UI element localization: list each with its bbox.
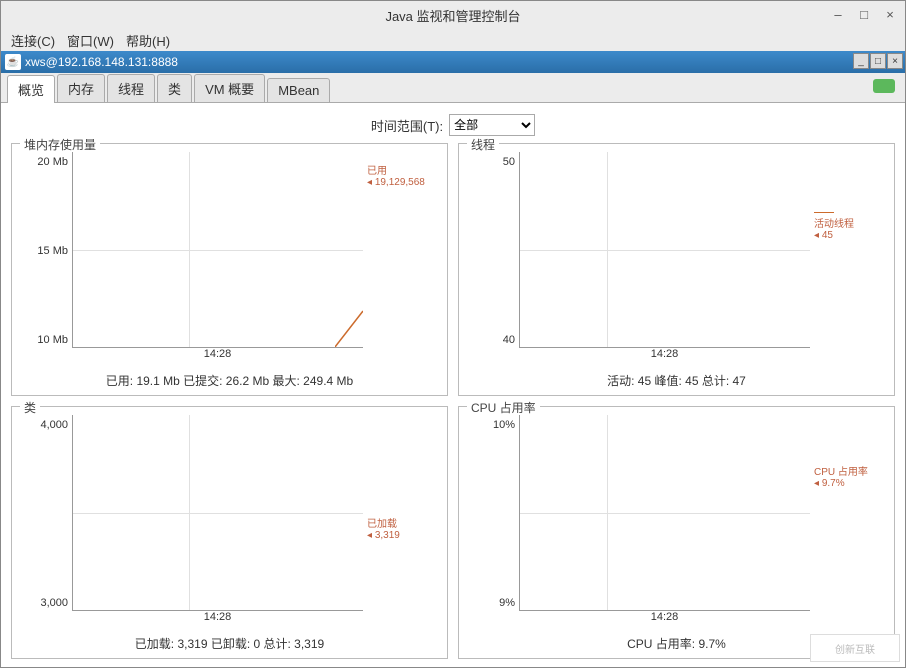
threads-canvas[interactable] [519,152,810,348]
app-window: Java 监视和管理控制台 – □ × 连接(C) 窗口(W) 帮助(H) ☕ … [0,0,906,668]
classes-xlabel: 14:28 [72,611,363,627]
tab-threads[interactable]: 线程 [107,74,155,102]
threads-legend-label: 活动线程 [814,215,884,230]
maximize-button[interactable]: □ [855,5,873,23]
panel-cpu: CPU 占用率 10% 9% 14:28 CPU 占用率 [458,406,895,659]
tab-memory[interactable]: 内存 [57,74,105,102]
threads-chart: 50 40 14:28 活动线程 ◂ 45 [467,148,886,368]
legend-marker-icon: ◂ [814,230,822,241]
heap-stats: 已用: 19.1 Mb 已提交: 26.2 Mb 最大: 249.4 Mb [20,368,439,389]
heap-legend: 已用 ◂ 19,129,568 [363,152,439,364]
threads-xlabel: 14:28 [519,348,810,364]
cpu-canvas[interactable] [519,415,810,611]
threads-legend-value: 45 [822,230,833,241]
classes-y-bot: 3,000 [40,597,68,609]
threads-y-top: 50 [503,156,515,168]
heap-line-icon [335,307,363,347]
tab-mbean[interactable]: MBean [267,78,330,102]
tab-overview[interactable]: 概览 [7,75,55,103]
heap-legend-label: 已用 [367,162,437,177]
threads-stats: 活动: 45 峰值: 45 总计: 47 [467,368,886,389]
classes-yaxis: 4,000 3,000 [20,415,72,627]
time-range-row: 时间范围(T): 全部 [11,111,895,139]
threads-legend: 活动线程 ◂ 45 [810,152,886,364]
classes-chart: 4,000 3,000 14:28 已加载 ◂ 3,319 [20,411,439,631]
time-range-label: 时间范围(T): [371,116,443,135]
cpu-y-top: 10% [493,419,515,431]
chart-grid: 堆内存使用量 20 Mb 15 Mb 10 Mb 14:28 [11,143,895,659]
legend-marker-icon: ◂ [367,530,375,541]
sub-minimize-button[interactable]: _ [853,53,869,69]
heap-y-top: 20 Mb [37,156,68,168]
sub-close-button[interactable]: × [887,53,903,69]
panel-heap: 堆内存使用量 20 Mb 15 Mb 10 Mb 14:28 [11,143,448,396]
classes-stats: 已加载: 3,319 已卸载: 0 总计: 3,319 [20,631,439,652]
tabbar: 概览 内存 线程 类 VM 概要 MBean [1,73,905,103]
menu-window[interactable]: 窗口(W) [61,29,120,52]
cpu-legend-value: 9.7% [822,478,845,489]
panel-classes: 类 4,000 3,000 14:28 已加载 [11,406,448,659]
classes-canvas[interactable] [72,415,363,611]
legend-marker-icon: ◂ [814,478,822,489]
classes-legend-label: 已加载 [367,515,437,530]
panel-threads: 线程 50 40 14:28 活动线程 [458,143,895,396]
subwindow-controls: _ □ × [852,53,903,69]
menubar: 连接(C) 窗口(W) 帮助(H) [1,29,905,51]
classes-legend-value: 3,319 [375,530,400,541]
legend-marker-icon: ◂ [367,177,375,188]
cpu-legend: CPU 占用率 ◂ 9.7% [810,415,886,627]
minimize-button[interactable]: – [829,5,847,23]
heap-legend-value: 19,129,568 [375,177,425,188]
tab-vm[interactable]: VM 概要 [194,74,265,102]
heap-y-bot: 10 Mb [37,334,68,346]
cpu-chart: 10% 9% 14:28 CPU 占用率 ◂ 9.7% [467,411,886,631]
heap-chart: 20 Mb 15 Mb 10 Mb 14:28 已用 [20,148,439,368]
tab-classes[interactable]: 类 [157,74,192,102]
heap-plot: 14:28 [72,152,363,364]
threads-yaxis: 50 40 [467,152,519,364]
java-icon: ☕ [5,54,21,70]
cpu-y-bot: 9% [499,597,515,609]
classes-plot: 14:28 [72,415,363,627]
menu-help[interactable]: 帮助(H) [120,29,176,52]
app-title: Java 监视和管理控制台 [385,6,520,25]
heap-y-mid: 15 Mb [37,245,68,257]
subwindow-title: xws@192.168.148.131:8888 [25,55,178,69]
content-area: 时间范围(T): 全部 堆内存使用量 20 Mb 15 Mb 10 Mb [1,103,905,667]
legend-line-icon [814,212,834,213]
heap-yaxis: 20 Mb 15 Mb 10 Mb [20,152,72,364]
watermark: 创新互联 [810,634,900,662]
heap-canvas[interactable] [72,152,363,348]
close-button[interactable]: × [881,5,899,23]
menu-connect[interactable]: 连接(C) [5,29,61,52]
classes-legend: 已加载 ◂ 3,319 [363,415,439,627]
time-range-select[interactable]: 全部 [449,114,535,136]
window-controls: – □ × [829,5,899,23]
cpu-plot: 14:28 [519,415,810,627]
threads-plot: 14:28 [519,152,810,364]
titlebar: Java 监视和管理控制台 – □ × [1,1,905,29]
classes-y-top: 4,000 [40,419,68,431]
cpu-yaxis: 10% 9% [467,415,519,627]
sub-maximize-button[interactable]: □ [870,53,886,69]
heap-xlabel: 14:28 [72,348,363,364]
cpu-legend-label: CPU 占用率 [814,463,884,478]
threads-y-bot: 40 [503,334,515,346]
cpu-xlabel: 14:28 [519,611,810,627]
subwindow-titlebar: ☕ xws@192.168.148.131:8888 _ □ × [1,51,905,73]
connection-status-icon [873,79,895,93]
